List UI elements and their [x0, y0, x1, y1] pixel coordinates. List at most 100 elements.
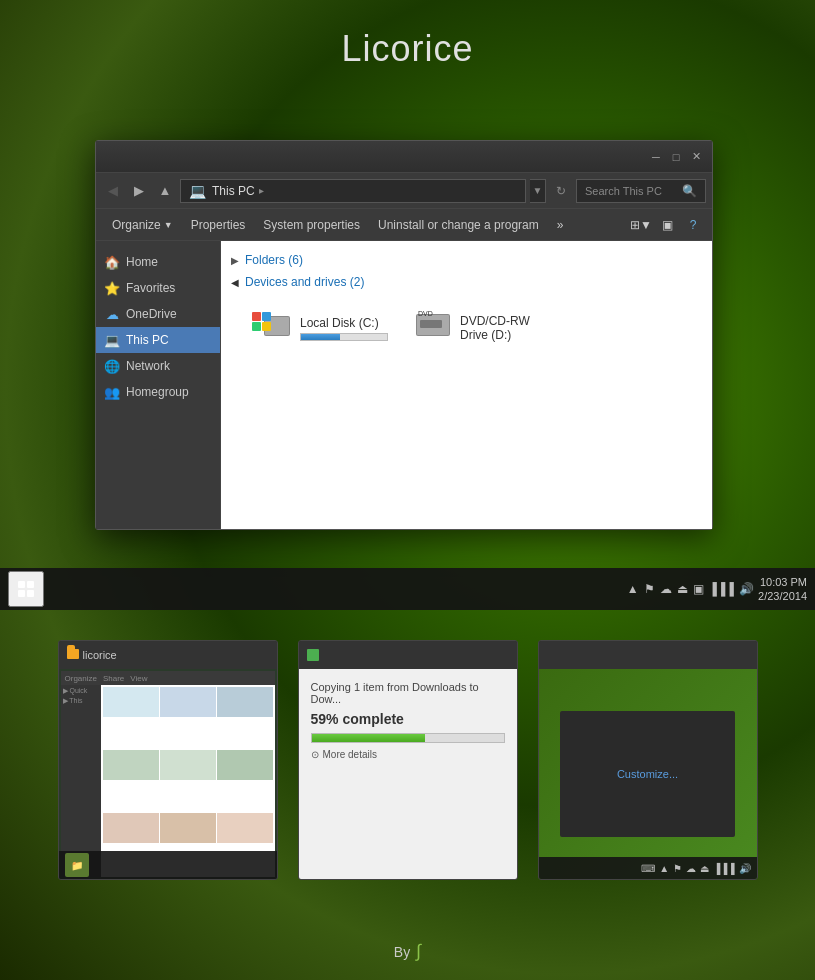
- title-bar-controls: ─ □ ✕: [648, 149, 704, 165]
- clock-time: 10:03 PM: [758, 575, 807, 589]
- folders-section-title: Folders (6): [245, 253, 303, 267]
- address-bar: ◀ ▶ ▲ 💻 This PC ▸ ▼ ↻ Search This PC 🔍: [96, 173, 712, 209]
- fm-thumb-item-5: [160, 750, 216, 780]
- view-options-button[interactable]: ⊞▼: [630, 214, 652, 236]
- folder-taskbar-icon: 📁: [71, 860, 83, 871]
- system-properties-button[interactable]: System properties: [255, 213, 368, 237]
- svg-rect-4: [252, 322, 261, 331]
- more-button[interactable]: »: [549, 213, 572, 237]
- search-field[interactable]: Search This PC 🔍: [576, 179, 706, 203]
- page-title: Licorice: [0, 0, 815, 90]
- licorice-thumb-taskbar: 📁: [59, 851, 277, 879]
- fm-thumb-item-6: [217, 750, 273, 780]
- notif-cloud-icon: ☁: [686, 863, 696, 874]
- address-dropdown[interactable]: ▼: [530, 179, 546, 203]
- local-disk-item[interactable]: Local Disk (C:): [245, 299, 395, 357]
- copy-progress-fill: [312, 734, 425, 742]
- licorice-thumb-icon: [67, 649, 79, 661]
- thumbnail-notif-header: [539, 641, 757, 669]
- sidebar: 🏠 Home ⭐ Favorites ☁ OneDrive 💻 This PC …: [96, 241, 221, 529]
- licorice-thumb-content: Organize Share View ▶ Quick ▶ This: [59, 669, 277, 879]
- licorice-thumb-taskbar-icon: 📁: [65, 853, 89, 877]
- help-button[interactable]: ?: [682, 214, 704, 236]
- drives-grid: Local Disk (C:): [229, 293, 704, 363]
- copy-progress-bar: [311, 733, 505, 743]
- dvd-drive-item[interactable]: DVD DVD/CD-RW Drive (D:): [407, 299, 557, 357]
- favorites-icon: ⭐: [104, 280, 120, 296]
- fm-mini-organize: Organize: [65, 674, 97, 683]
- thumbnail-licorice[interactable]: licorice Organize Share View ▶ Quick ▶ T…: [58, 640, 278, 880]
- refresh-button[interactable]: ↻: [550, 180, 572, 202]
- dvd-drive-icon: DVD: [414, 306, 452, 349]
- local-disk-info: Local Disk (C:): [300, 316, 388, 341]
- sidebar-item-homegroup[interactable]: 👥 Homegroup: [96, 379, 220, 405]
- forward-button[interactable]: ▶: [128, 180, 150, 202]
- sidebar-item-onedrive[interactable]: ☁ OneDrive: [96, 301, 220, 327]
- by-signature: By ∫: [394, 941, 421, 962]
- devices-section-title: Devices and drives (2): [245, 275, 364, 289]
- windows-logo-icon: [18, 581, 34, 597]
- up-button[interactable]: ▲: [154, 180, 176, 202]
- system-tray: ▲ ⚑ ☁ ⏏ ▣ ▐▐▐ 🔊: [627, 582, 754, 596]
- copy-more-details[interactable]: ⊙ More details: [311, 749, 505, 760]
- notif-inner-panel: Customize...: [560, 711, 734, 837]
- thumbnail-notif[interactable]: Customize... ⌨ ▲ ⚑ ☁ ⏏ ▐▐▐ 🔊: [538, 640, 758, 880]
- copy-progress-text: 59% complete: [311, 711, 505, 727]
- customize-button[interactable]: Customize...: [617, 768, 678, 780]
- devices-arrow-icon: ◀: [231, 277, 239, 288]
- thumbnail-copy[interactable]: Copying 1 item from Downloads to Dow... …: [298, 640, 518, 880]
- search-icon: 🔍: [682, 184, 697, 198]
- sidebar-item-this-pc[interactable]: 💻 This PC: [96, 327, 220, 353]
- title-bar: ─ □ ✕: [96, 141, 712, 173]
- fm-mini-sidebar-2: ▶ This: [63, 697, 99, 705]
- clock[interactable]: 10:03 PM 2/23/2014: [758, 575, 807, 604]
- notif-taskbar: ⌨ ▲ ⚑ ☁ ⏏ ▐▐▐ 🔊: [539, 857, 757, 879]
- thumbnails-area: licorice Organize Share View ▶ Quick ▶ T…: [0, 620, 815, 930]
- taskbar: ▲ ⚑ ☁ ⏏ ▣ ▐▐▐ 🔊 10:03 PM 2/23/2014: [0, 568, 815, 610]
- maximize-button[interactable]: □: [668, 149, 684, 165]
- organize-button[interactable]: Organize ▼: [104, 213, 181, 237]
- fm-thumb-item-3: [217, 687, 273, 717]
- dvd-drive-info: DVD/CD-RW Drive (D:): [460, 314, 550, 342]
- minimize-button[interactable]: ─: [648, 149, 664, 165]
- svg-rect-3: [262, 312, 271, 321]
- fm-thumb-item-4: [103, 750, 159, 780]
- signature-icon: ∫: [416, 941, 421, 962]
- sidebar-item-home[interactable]: 🏠 Home: [96, 249, 220, 275]
- address-field[interactable]: 💻 This PC ▸: [180, 179, 526, 203]
- clock-date: 2/23/2014: [758, 589, 807, 603]
- cloud-icon: ☁: [660, 582, 672, 596]
- copy-description: Copying 1 item from Downloads to Dow...: [311, 681, 505, 705]
- flag-icon: ⚑: [644, 582, 655, 596]
- expand-tray-icon[interactable]: ▲: [627, 582, 639, 596]
- close-button[interactable]: ✕: [688, 149, 704, 165]
- folders-section-header[interactable]: ▶ Folders (6): [229, 249, 704, 271]
- notif-thumb-content: Customize...: [539, 669, 757, 879]
- local-disk-icon-area: Local Disk (C:): [252, 306, 388, 350]
- back-button[interactable]: ◀: [102, 180, 124, 202]
- folders-arrow-icon: ▶: [231, 255, 239, 266]
- local-disk-icon: [252, 306, 292, 350]
- taskbar-right: ▲ ⚑ ☁ ⏏ ▣ ▐▐▐ 🔊 10:03 PM 2/23/2014: [627, 575, 807, 604]
- fm-thumb-item-7: [103, 813, 159, 843]
- preview-pane-button[interactable]: ▣: [656, 214, 678, 236]
- dvd-drive-icon-area: DVD DVD/CD-RW Drive (D:): [414, 306, 550, 349]
- uninstall-button[interactable]: Uninstall or change a program: [370, 213, 547, 237]
- sidebar-item-network[interactable]: 🌐 Network: [96, 353, 220, 379]
- explorer-window: ─ □ ✕ ◀ ▶ ▲ 💻 This PC ▸ ▼ ↻ Search This …: [95, 140, 713, 530]
- notif-usb-icon: ⏏: [700, 863, 709, 874]
- devices-section-header[interactable]: ◀ Devices and drives (2): [229, 271, 704, 293]
- fm-mini-view: View: [130, 674, 147, 683]
- notif-keyboard-icon: ⌨: [641, 863, 655, 874]
- homegroup-icon: 👥: [104, 384, 120, 400]
- volume-icon[interactable]: 🔊: [739, 582, 754, 596]
- sidebar-item-favorites[interactable]: ⭐ Favorites: [96, 275, 220, 301]
- properties-button[interactable]: Properties: [183, 213, 254, 237]
- more-details-arrow-icon: ⊙: [311, 749, 319, 760]
- dvd-drive-name: DVD/CD-RW Drive (D:): [460, 314, 550, 342]
- fm-mini-share: Share: [103, 674, 124, 683]
- start-button[interactable]: [8, 571, 44, 607]
- this-pc-icon: 💻: [104, 332, 120, 348]
- fm-thumb-item-8: [160, 813, 216, 843]
- battery-icon: ▣: [693, 582, 704, 596]
